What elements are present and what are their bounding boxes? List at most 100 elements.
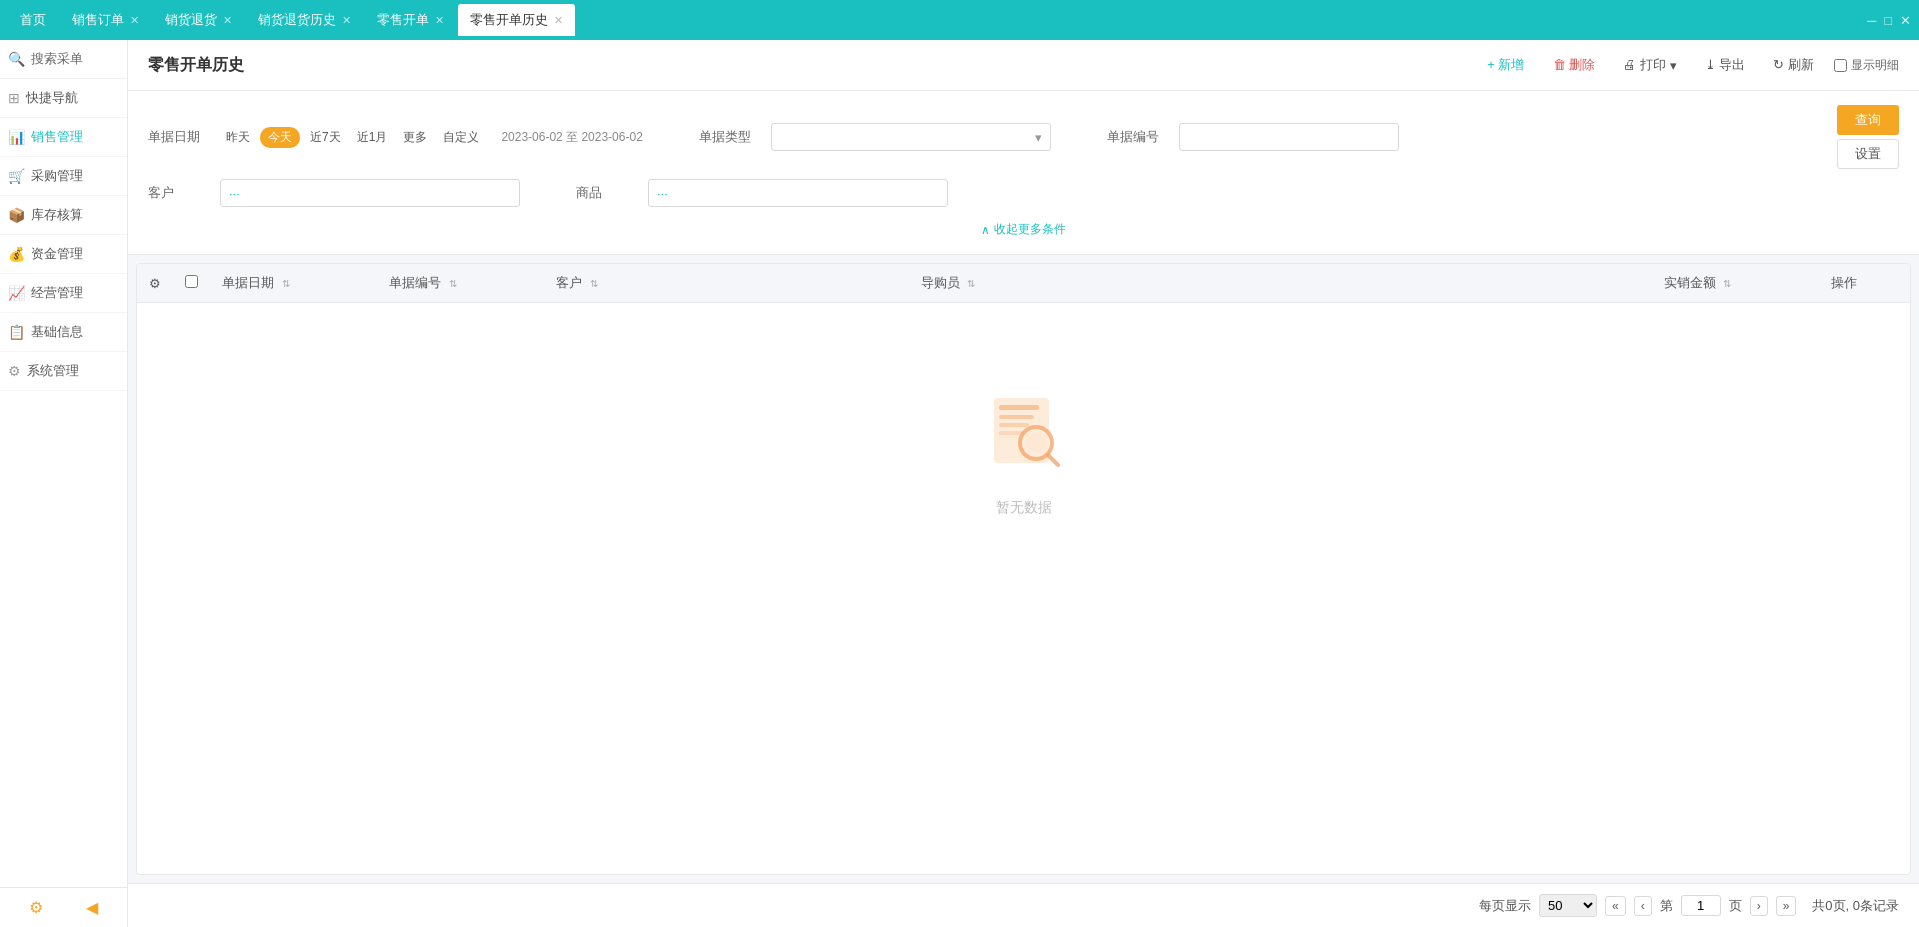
collapse-bar[interactable]: ∧ 收起更多条件 (148, 217, 1899, 246)
type-filter-label: 单据类型 (699, 128, 755, 146)
tab-sales-return-history[interactable]: 销货退货历史 ✕ (246, 4, 363, 36)
next-page-btn[interactable]: › (1750, 896, 1768, 916)
page-title: 零售开单历史 (148, 55, 244, 88)
tab-sales-order-close[interactable]: ✕ (130, 14, 139, 27)
sidebar-item-system[interactable]: ⚙ 系统管理 (0, 352, 127, 391)
date-btn-last7[interactable]: 近7天 (304, 127, 347, 148)
sidebar-item-inventory-label: 库存核算 (31, 206, 83, 224)
sidebar-bottom: ⚙ ◀ (0, 887, 127, 927)
close-icon[interactable]: ✕ (1900, 13, 1911, 28)
sidebar-item-sales-mgmt-label: 销售管理 (31, 128, 83, 146)
refresh-button[interactable]: ↻ 刷新 (1765, 52, 1822, 78)
system-icon: ⚙ (8, 363, 21, 379)
print-button[interactable]: 🖨 打印 ▾ (1615, 52, 1685, 78)
tab-retail-open-history-close[interactable]: ✕ (554, 14, 563, 27)
customer-filter-input[interactable]: ··· (220, 179, 520, 207)
sidebar-item-sales-mgmt[interactable]: 📊 销售管理 (0, 118, 127, 157)
setting-button[interactable]: 设置 (1837, 139, 1899, 169)
goods-filter-input[interactable]: ··· (648, 179, 948, 207)
last-page-btn[interactable]: » (1776, 896, 1797, 916)
col-action-label: 操作 (1831, 275, 1857, 290)
sidebar-item-quick-nav[interactable]: ⊞ 快捷导航 (0, 79, 127, 118)
export-button[interactable]: ⤓ 导出 (1697, 52, 1754, 78)
tab-sales-return[interactable]: 销货退货 ✕ (153, 4, 244, 36)
date-btn-today[interactable]: 今天 (260, 127, 300, 148)
prev-page-btn[interactable]: ‹ (1634, 896, 1652, 916)
table-settings-icon[interactable]: ⚙ (149, 276, 161, 291)
total-info: 共0页, 0条记录 (1812, 897, 1899, 915)
sidebar-item-quick-nav-label: 快捷导航 (26, 89, 78, 107)
col-amount-sort-icon: ⇅ (1723, 278, 1731, 289)
inventory-icon: 📦 (8, 207, 25, 223)
type-filter-select[interactable]: ▾ (771, 123, 1051, 151)
display-detail-checkbox-label[interactable]: 显示明细 (1834, 57, 1899, 74)
goods-filter-label: 商品 (576, 184, 632, 202)
tab-retail-open-history[interactable]: 零售开单历史 ✕ (458, 4, 575, 36)
col-settings[interactable]: ⚙ (137, 264, 173, 303)
svg-line-6 (1048, 455, 1058, 465)
col-amount[interactable] (1052, 264, 1652, 303)
tab-retail-open-close[interactable]: ✕ (435, 14, 444, 27)
table-head-row: ⚙ 单据日期 ⇅ 单据编号 ⇅ (137, 264, 1910, 303)
tab-retail-open[interactable]: 零售开单 ✕ (365, 4, 456, 36)
date-range-display: 2023-06-02 至 2023-06-02 (501, 129, 642, 146)
query-buttons: 查询 设置 (1837, 105, 1899, 169)
per-page-select[interactable]: 10 20 50 100 (1539, 894, 1597, 917)
quick-nav-icon: ⊞ (8, 90, 20, 106)
table-body: 暂无数据 (137, 303, 1910, 598)
col-customer-label: 客户 (556, 275, 582, 290)
basic-info-icon: 📋 (8, 324, 25, 340)
date-btn-yesterday[interactable]: 昨天 (220, 127, 256, 148)
data-table: ⚙ 单据日期 ⇅ 单据编号 ⇅ (137, 264, 1910, 597)
sidebar-item-operations[interactable]: 📈 经营管理 (0, 274, 127, 313)
number-filter-input[interactable] (1179, 123, 1399, 151)
sidebar-search[interactable]: 🔍 搜索采单 (0, 40, 127, 79)
tab-sales-return-history-close[interactable]: ✕ (342, 14, 351, 27)
window-controls: ─ □ ✕ (1867, 13, 1911, 28)
sales-mgmt-icon: 📊 (8, 129, 25, 145)
tab-home[interactable]: 首页 (8, 4, 58, 36)
sidebar-settings-icon[interactable]: ⚙ (29, 898, 43, 917)
tab-sales-return-history-label: 销货退货历史 (258, 11, 336, 29)
col-salesperson[interactable]: 导购员 ⇅ (909, 264, 1052, 303)
sidebar-item-finance-label: 资金管理 (31, 245, 83, 263)
content-area: 零售开单历史 + 新增 🗑 删除 🖨 打印 ▾ ⤓ 导出 ↻ 刷新 显示明细 单… (128, 40, 1919, 927)
col-customer[interactable]: 客户 ⇅ (544, 264, 909, 303)
sidebar-collapse-icon[interactable]: ◀ (86, 898, 98, 917)
filter-area: 单据日期 昨天 今天 近7天 近1月 更多 自定义 2023-06-02 至 2… (128, 91, 1919, 255)
sidebar-item-inventory[interactable]: 📦 库存核算 (0, 196, 127, 235)
collapse-arrow-icon: ∧ (981, 223, 990, 237)
sidebar-item-finance[interactable]: 💰 资金管理 (0, 235, 127, 274)
customer-ellipsis: ··· (229, 186, 240, 201)
display-detail-checkbox[interactable] (1834, 59, 1847, 72)
date-btn-more[interactable]: 更多 (397, 127, 433, 148)
sidebar-item-purchase-mgmt[interactable]: 🛒 采购管理 (0, 157, 127, 196)
col-checkbox[interactable] (173, 264, 210, 303)
collapse-label: 收起更多条件 (994, 221, 1066, 238)
tab-sales-order[interactable]: 销售订单 ✕ (60, 4, 151, 36)
page-number-input[interactable] (1681, 895, 1721, 916)
col-amount-real[interactable]: 实销金额 ⇅ (1652, 264, 1819, 303)
col-number[interactable]: 单据编号 ⇅ (377, 264, 544, 303)
customer-filter-label: 客户 (148, 184, 204, 202)
date-btn-custom[interactable]: 自定义 (437, 127, 485, 148)
date-filter-label: 单据日期 (148, 128, 204, 146)
tab-bar: 首页 销售订单 ✕ 销货退货 ✕ 销货退货历史 ✕ 零售开单 ✕ 零售开单历史 … (0, 0, 1919, 40)
tab-sales-return-close[interactable]: ✕ (223, 14, 232, 27)
delete-button[interactable]: 🗑 删除 (1545, 52, 1604, 78)
query-button[interactable]: 查询 (1837, 105, 1899, 135)
maximize-icon[interactable]: □ (1884, 13, 1892, 28)
first-page-btn[interactable]: « (1605, 896, 1626, 916)
select-all-checkbox[interactable] (185, 275, 198, 288)
col-date[interactable]: 单据日期 ⇅ (210, 264, 377, 303)
sidebar-item-basic-info[interactable]: 📋 基础信息 (0, 313, 127, 352)
sidebar: 🔍 搜索采单 ⊞ 快捷导航 📊 销售管理 🛒 采购管理 📦 库存核算 💰 资金管… (0, 40, 128, 927)
minimize-icon[interactable]: ─ (1867, 13, 1876, 28)
add-button[interactable]: + 新增 (1479, 52, 1532, 78)
empty-state-row: 暂无数据 (137, 303, 1910, 598)
number-filter-label: 单据编号 (1107, 128, 1163, 146)
print-arrow-icon: ▾ (1670, 58, 1677, 73)
col-amount-label: 实销金额 (1664, 275, 1716, 290)
date-btn-last-month[interactable]: 近1月 (351, 127, 394, 148)
col-date-label: 单据日期 (222, 275, 274, 290)
